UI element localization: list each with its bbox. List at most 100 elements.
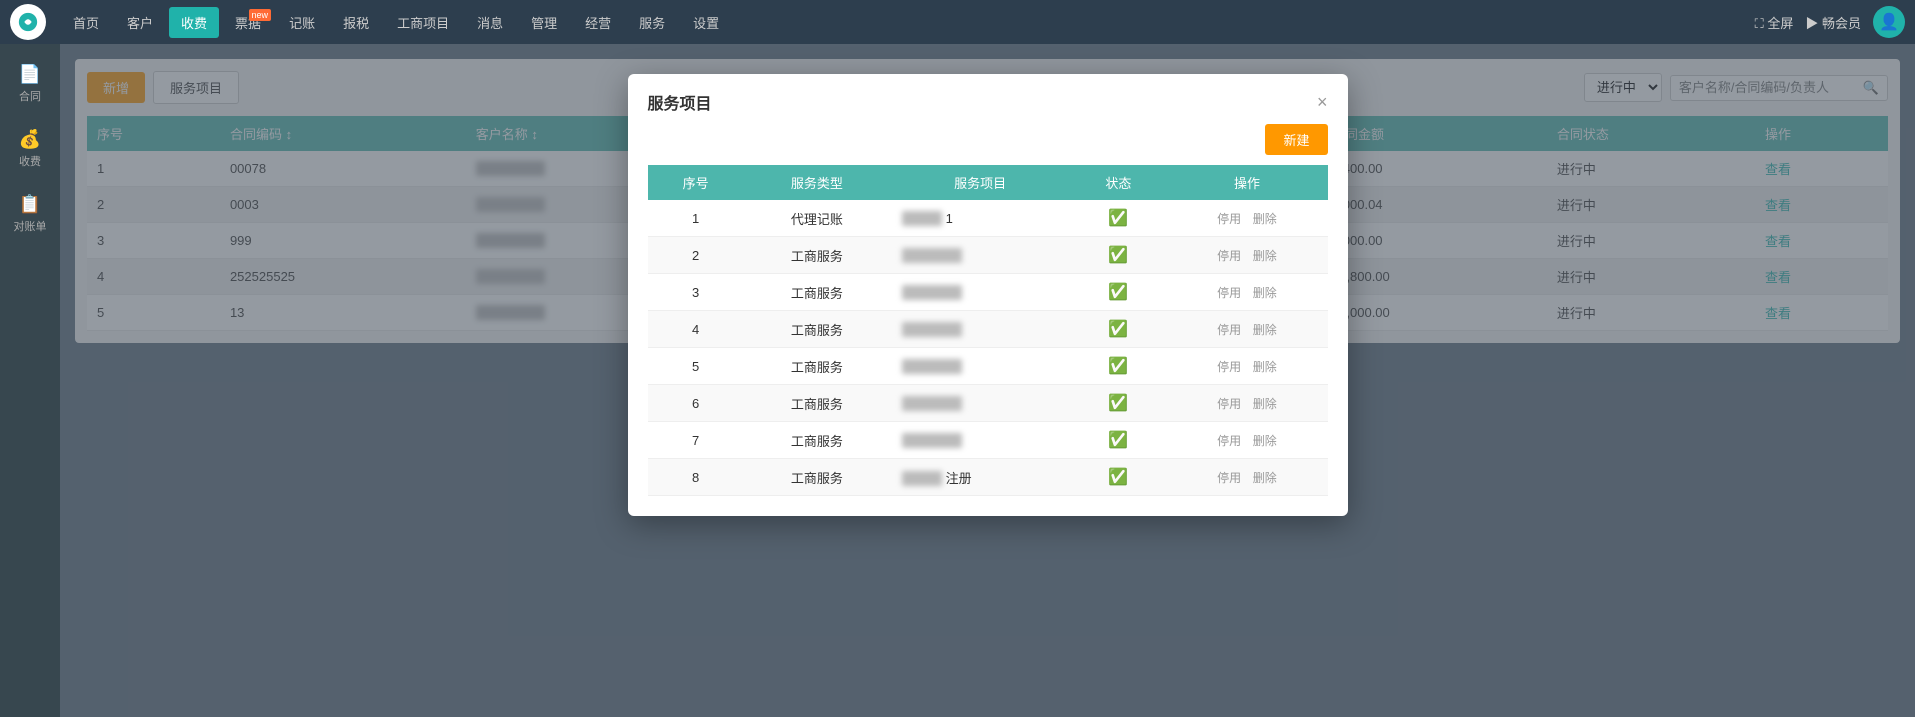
modal-title: 服务项目 xyxy=(648,90,712,114)
modal-cell-status: ✅ xyxy=(1070,385,1166,422)
sidebar-item-contract[interactable]: 📄 合同 xyxy=(3,54,57,114)
nav-item-message[interactable]: 消息 xyxy=(465,7,515,38)
modal-body: 序号 服务类型 服务项目 状态 操作 1 代理记账 1 ✅ 停用 删除 xyxy=(628,165,1348,516)
nav-item-fee[interactable]: 收费 xyxy=(169,7,219,38)
nav-item-customer[interactable]: 客户 xyxy=(115,7,165,38)
modal-cell-item xyxy=(890,311,1070,348)
modal-cell-item: 1 xyxy=(890,200,1070,237)
list-item: 2 工商服务 ✅ 停用 删除 xyxy=(648,237,1328,274)
modal-cell-type: 工商服务 xyxy=(744,311,890,348)
modal-cell-status: ✅ xyxy=(1070,348,1166,385)
modal-close-button[interactable]: × xyxy=(1317,93,1328,111)
modal-cell-item xyxy=(890,274,1070,311)
modal-cell-seq: 6 xyxy=(648,385,744,422)
modal-cell-seq: 1 xyxy=(648,200,744,237)
nav-item-operation[interactable]: 经营 xyxy=(573,7,623,38)
delete-button[interactable]: 删除 xyxy=(1253,397,1277,411)
fullscreen-button[interactable]: ⛶ 全屏 xyxy=(1755,13,1794,32)
status-check-icon: ✅ xyxy=(1108,284,1128,301)
modal-cell-action[interactable]: 停用 删除 xyxy=(1166,200,1327,237)
fee-icon: 💰 xyxy=(19,129,41,150)
status-check-icon: ✅ xyxy=(1108,210,1128,227)
sidebar-item-contract-label: 合同 xyxy=(19,88,41,104)
delete-button[interactable]: 删除 xyxy=(1253,471,1277,485)
member-button[interactable]: ▶ 畅会员 xyxy=(1805,13,1861,32)
delete-button[interactable]: 删除 xyxy=(1253,249,1277,263)
delete-button[interactable]: 删除 xyxy=(1253,434,1277,448)
modal-cell-type: 工商服务 xyxy=(744,348,890,385)
service-items-table: 序号 服务类型 服务项目 状态 操作 1 代理记账 1 ✅ 停用 删除 xyxy=(648,165,1328,496)
nav-item-manage[interactable]: 管理 xyxy=(519,7,569,38)
avatar[interactable]: 👤 xyxy=(1873,6,1905,38)
modal-cell-action[interactable]: 停用 删除 xyxy=(1166,422,1327,459)
sidebar-item-fee-label: 收费 xyxy=(19,153,41,169)
modal-cell-type: 代理记账 xyxy=(744,200,890,237)
modal-cell-item: 注册 xyxy=(890,459,1070,496)
disable-button[interactable]: 停用 xyxy=(1217,212,1241,226)
list-item: 5 工商服务 ✅ 停用 删除 xyxy=(648,348,1328,385)
list-item: 7 工商服务 ✅ 停用 删除 xyxy=(648,422,1328,459)
app-logo xyxy=(10,4,46,40)
modal-cell-status: ✅ xyxy=(1070,274,1166,311)
sidebar-item-fee[interactable]: 💰 收费 xyxy=(3,119,57,179)
service-item-modal: 服务项目 × 新建 序号 服务类型 服务项目 状态 xyxy=(628,74,1348,516)
modal-col-status: 状态 xyxy=(1070,165,1166,200)
disable-button[interactable]: 停用 xyxy=(1217,360,1241,374)
status-check-icon: ✅ xyxy=(1108,395,1128,412)
modal-cell-status: ✅ xyxy=(1070,311,1166,348)
modal-new-button[interactable]: 新建 xyxy=(1265,124,1327,155)
nav-item-industry[interactable]: 工商项目 xyxy=(385,7,461,38)
modal-cell-action[interactable]: 停用 删除 xyxy=(1166,274,1327,311)
modal-cell-type: 工商服务 xyxy=(744,385,890,422)
status-check-icon: ✅ xyxy=(1108,358,1128,375)
list-item: 1 代理记账 1 ✅ 停用 删除 xyxy=(648,200,1328,237)
disable-button[interactable]: 停用 xyxy=(1217,397,1241,411)
modal-col-seq: 序号 xyxy=(648,165,744,200)
sidebar: 📄 合同 💰 收费 📋 对账单 xyxy=(0,44,60,717)
disable-button[interactable]: 停用 xyxy=(1217,323,1241,337)
modal-toolbar: 新建 xyxy=(628,124,1348,165)
nav-item-home[interactable]: 首页 xyxy=(61,7,111,38)
nav-item-invoice[interactable]: 票据 new xyxy=(223,7,273,38)
modal-cell-status: ✅ xyxy=(1070,200,1166,237)
modal-cell-seq: 5 xyxy=(648,348,744,385)
top-navigation: 首页 客户 收费 票据 new 记账 报税 工商项目 消息 管理 经营 服务 设… xyxy=(0,0,1915,44)
nav-menu: 首页 客户 收费 票据 new 记账 报税 工商项目 消息 管理 经营 服务 设… xyxy=(61,7,1755,38)
nav-item-service[interactable]: 服务 xyxy=(627,7,677,38)
modal-cell-action[interactable]: 停用 删除 xyxy=(1166,237,1327,274)
delete-button[interactable]: 删除 xyxy=(1253,360,1277,374)
modal-cell-item xyxy=(890,237,1070,274)
delete-button[interactable]: 删除 xyxy=(1253,212,1277,226)
disable-button[interactable]: 停用 xyxy=(1217,286,1241,300)
list-item: 6 工商服务 ✅ 停用 删除 xyxy=(648,385,1328,422)
modal-cell-status: ✅ xyxy=(1070,422,1166,459)
modal-cell-action[interactable]: 停用 删除 xyxy=(1166,348,1327,385)
disable-button[interactable]: 停用 xyxy=(1217,249,1241,263)
nav-item-bookkeeping[interactable]: 记账 xyxy=(277,7,327,38)
list-item: 8 工商服务 注册 ✅ 停用 删除 xyxy=(648,459,1328,496)
modal-cell-action[interactable]: 停用 删除 xyxy=(1166,311,1327,348)
modal-cell-type: 工商服务 xyxy=(744,422,890,459)
modal-cell-type: 工商服务 xyxy=(744,237,890,274)
sidebar-item-reconciliation[interactable]: 📋 对账单 xyxy=(3,184,57,244)
modal-cell-type: 工商服务 xyxy=(744,459,890,496)
modal-cell-seq: 3 xyxy=(648,274,744,311)
modal-cell-action[interactable]: 停用 删除 xyxy=(1166,459,1327,496)
modal-col-action: 操作 xyxy=(1166,165,1327,200)
nav-item-settings[interactable]: 设置 xyxy=(681,7,731,38)
main-content: 新增 服务项目 进行中 已完成 已终止 🔍 xyxy=(60,44,1915,717)
sidebar-item-reconciliation-label: 对账单 xyxy=(14,218,47,234)
delete-button[interactable]: 删除 xyxy=(1253,286,1277,300)
disable-button[interactable]: 停用 xyxy=(1217,471,1241,485)
modal-cell-item xyxy=(890,348,1070,385)
nav-item-tax[interactable]: 报税 xyxy=(331,7,381,38)
modal-cell-status: ✅ xyxy=(1070,237,1166,274)
modal-cell-action[interactable]: 停用 删除 xyxy=(1166,385,1327,422)
main-layout: 📄 合同 💰 收费 📋 对账单 新增 服务项目 进行中 已完成 已终止 xyxy=(0,44,1915,717)
reconciliation-icon: 📋 xyxy=(19,194,41,215)
delete-button[interactable]: 删除 xyxy=(1253,323,1277,337)
new-badge: new xyxy=(249,9,272,21)
nav-right-area: ⛶ 全屏 ▶ 畅会员 👤 xyxy=(1755,6,1905,38)
modal-header: 服务项目 × xyxy=(628,74,1348,124)
disable-button[interactable]: 停用 xyxy=(1217,434,1241,448)
